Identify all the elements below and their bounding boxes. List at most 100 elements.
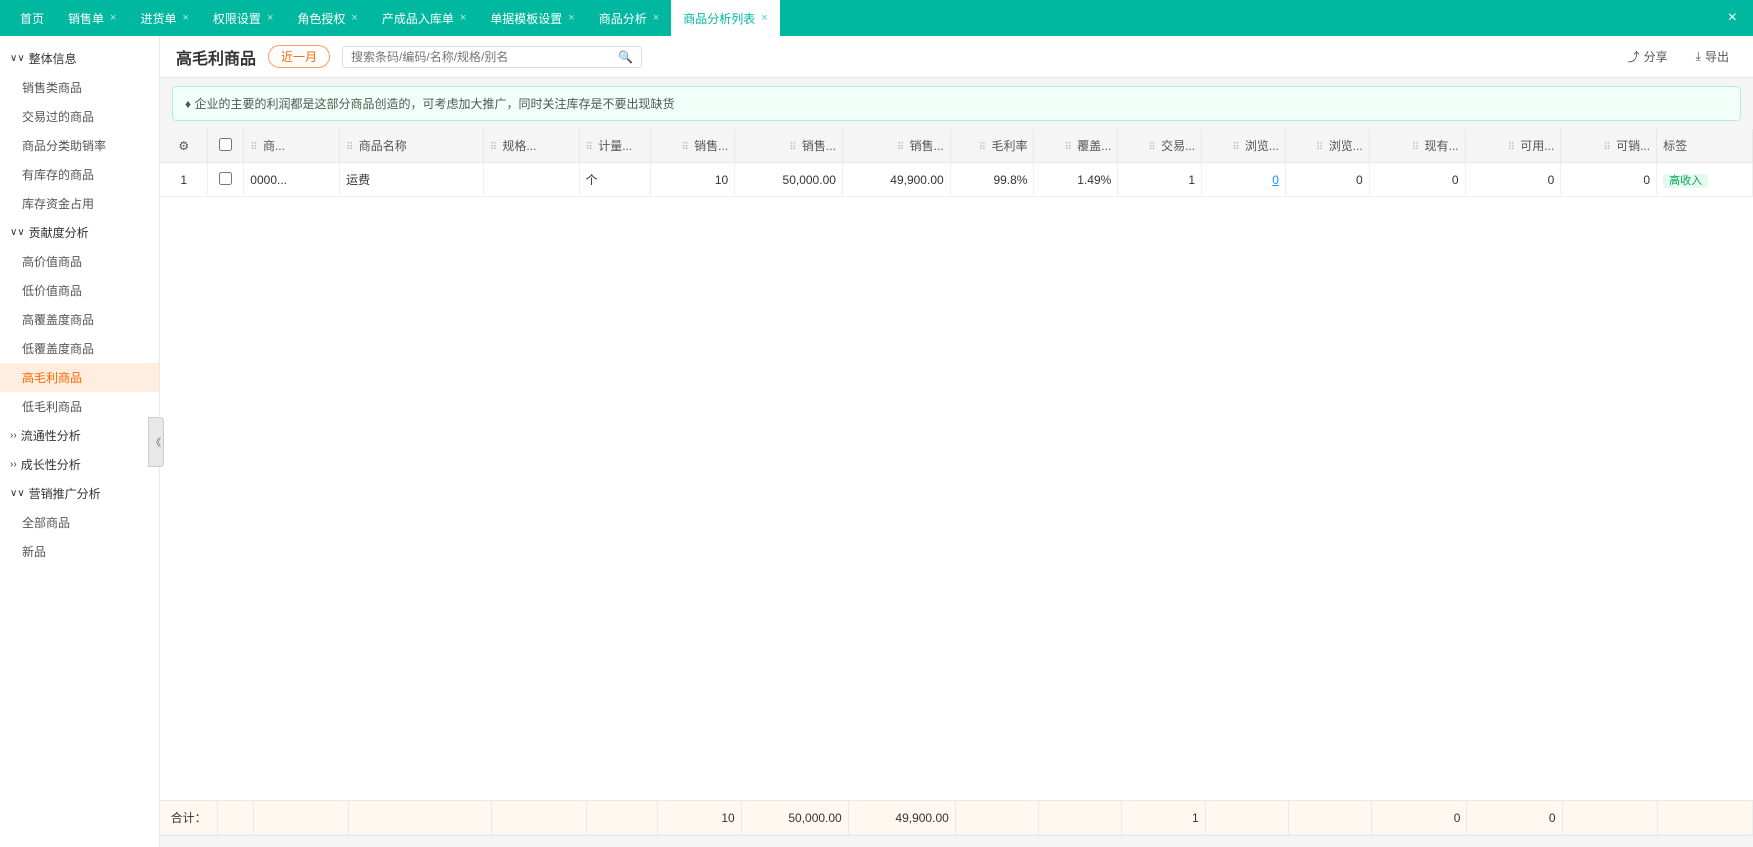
nav-home[interactable]: 首页 (8, 0, 56, 36)
arrow-contribution: ∨ (10, 227, 25, 238)
th-sales-qty[interactable]: ⠿ 销售... (651, 129, 735, 163)
sidebar-item-traded-goods[interactable]: 交易过的商品 (0, 102, 159, 131)
footer-empty-name (349, 801, 492, 835)
drag-icon-trade: ⠿ (1148, 142, 1155, 153)
sidebar-collapse-btn[interactable]: 《 (148, 417, 164, 467)
footer-empty-cover (1039, 801, 1122, 835)
td-sellable: 0 (1561, 163, 1657, 197)
nav-product-in[interactable]: 产成品入库单 × (370, 0, 478, 36)
share-btn[interactable]: ⤴ 分享 (1620, 44, 1676, 69)
th-code[interactable]: ⠿ 商... (244, 129, 340, 163)
td-gross-rate: 99.8% (950, 163, 1034, 197)
drag-icon-browse2: ⠿ (1316, 142, 1323, 153)
nav-analysis-list[interactable]: 商品分析列表 × (671, 0, 779, 36)
th-sellable[interactable]: ⠿ 可销... (1561, 129, 1657, 163)
th-check[interactable] (208, 129, 244, 163)
td-browse1[interactable]: 0 (1202, 163, 1286, 197)
sidebar-item-low-margin[interactable]: 低毛利商品 (0, 392, 159, 421)
sidebar-item-low-coverage[interactable]: 低覆盖度商品 (0, 334, 159, 363)
th-gross-rate[interactable]: ⠿ 毛利率 (950, 129, 1034, 163)
th-browse1[interactable]: ⠿ 浏览... (1202, 129, 1286, 163)
drag-icon-spec: ⠿ (490, 142, 497, 153)
close-analysis-list-tab[interactable]: × (761, 12, 767, 24)
sidebar-group-contribution[interactable]: ∨ 贡献度分析 (0, 218, 159, 247)
td-check[interactable] (208, 163, 244, 197)
drag-icon-cost: ⠿ (897, 142, 904, 153)
export-btn[interactable]: ⤓ 导出 (1688, 44, 1737, 69)
sidebar-group-growth[interactable]: › 成长性分析 (0, 450, 159, 479)
sidebar-item-high-coverage[interactable]: 高覆盖度商品 (0, 305, 159, 334)
sidebar-item-sales-goods[interactable]: 销售类商品 (0, 73, 159, 102)
nav-permission[interactable]: 权限设置 × (201, 0, 285, 36)
footer-empty-browse1 (1205, 801, 1288, 835)
th-stock[interactable]: ⠿ 现有... (1369, 129, 1465, 163)
row-checkbox[interactable] (219, 172, 232, 185)
sidebar-group-overall[interactable]: ∨ 整体信息 (0, 44, 159, 73)
nav-sales[interactable]: 销售单 × (56, 0, 128, 36)
drag-icon-avail: ⠿ (1508, 142, 1515, 153)
drag-icon-coverage: ⠿ (1065, 142, 1072, 153)
arrow-overall: ∨ (10, 53, 25, 64)
drag-icon-sellable: ⠿ (1603, 142, 1610, 153)
th-coverage[interactable]: ⠿ 覆盖... (1034, 129, 1118, 163)
footer-empty-code (253, 801, 348, 835)
close-permission-tab[interactable]: × (267, 12, 273, 24)
close-product-in-tab[interactable]: × (460, 12, 466, 24)
sidebar-item-high-value[interactable]: 高价值商品 (0, 247, 159, 276)
sidebar-item-in-stock[interactable]: 有库存的商品 (0, 160, 159, 189)
header-actions: ⤴ 分享 ⤓ 导出 (1620, 44, 1737, 69)
nav-purchase[interactable]: 进货单 × (128, 0, 200, 36)
sidebar-item-low-value[interactable]: 低价值商品 (0, 276, 159, 305)
search-icon: 🔍 (618, 50, 633, 64)
sidebar-group-liquidity[interactable]: › 流通性分析 (0, 421, 159, 450)
th-sales-cost[interactable]: ⠿ 销售... (842, 129, 950, 163)
th-spec[interactable]: ⠿ 规格... (483, 129, 579, 163)
select-all-checkbox[interactable] (219, 138, 232, 151)
page-title: 高毛利商品 (176, 45, 256, 69)
close-sales-tab[interactable]: × (110, 12, 116, 24)
close-window-btn[interactable]: × (1720, 9, 1745, 27)
footer-avail: 0 (1467, 801, 1562, 835)
sidebar-group-marketing[interactable]: ∨ 营销推广分析 (0, 479, 159, 508)
th-sales-amount[interactable]: ⠿ 销售... (735, 129, 843, 163)
footer-empty-tag (1657, 801, 1752, 835)
table-row: 1 0000... 运费 个 10 50,000.00 49,900.00 99… (160, 163, 1753, 197)
nav-template[interactable]: 单据模板设置 × (478, 0, 586, 36)
sidebar-item-all-goods[interactable]: 全部商品 (0, 508, 159, 537)
td-unit: 个 (579, 163, 651, 197)
content-area: 高毛利商品 近一月 🔍 ⤴ 分享 ⤓ 导出 ♦ 企业的主要的利润都是这部分商品创… (160, 36, 1753, 847)
sidebar-item-category-rate[interactable]: 商品分类助销率 (0, 131, 159, 160)
th-settings[interactable]: ⚙ (160, 129, 208, 163)
footer-stock: 0 (1372, 801, 1467, 835)
close-purchase-tab[interactable]: × (182, 12, 188, 24)
filter-month-btn[interactable]: 近一月 (268, 45, 330, 68)
th-avail[interactable]: ⠿ 可用... (1465, 129, 1561, 163)
nav-analysis[interactable]: 商品分析 × (587, 0, 671, 36)
footer-sales-qty: 10 (658, 801, 741, 835)
footer-sales-cost: 49,900.00 (848, 801, 955, 835)
horizontal-scrollbar[interactable] (160, 835, 1753, 847)
search-input[interactable] (351, 50, 618, 64)
sidebar-item-new-goods[interactable]: 新品 (0, 537, 159, 566)
th-trade[interactable]: ⠿ 交易... (1118, 129, 1202, 163)
browse1-link[interactable]: 0 (1272, 173, 1279, 187)
th-browse2[interactable]: ⠿ 浏览... (1285, 129, 1369, 163)
close-template-tab[interactable]: × (568, 12, 574, 24)
top-nav: 首页 销售单 × 进货单 × 权限设置 × 角色授权 × 产成品入库单 × 单据… (0, 0, 1753, 36)
table-header-row: ⚙ ⠿ 商... ⠿ 商品名称 (160, 129, 1753, 163)
nav-role[interactable]: 角色授权 × (285, 0, 369, 36)
sidebar-item-high-margin[interactable]: 高毛利商品 (0, 363, 159, 392)
settings-icon[interactable]: ⚙ (178, 139, 189, 153)
export-icon: ⤓ (1696, 49, 1701, 64)
td-coverage: 1.49% (1034, 163, 1118, 197)
close-analysis-tab[interactable]: × (653, 12, 659, 24)
tag-high-income: 高收入 (1663, 174, 1708, 188)
sidebar: ∨ 整体信息 销售类商品 交易过的商品 商品分类助销率 有库存的商品 库存资金占… (0, 36, 160, 847)
drag-icon-amount: ⠿ (789, 142, 796, 153)
close-role-tab[interactable]: × (351, 12, 357, 24)
th-name[interactable]: ⠿ 商品名称 (340, 129, 484, 163)
sidebar-item-stock-capital[interactable]: 库存资金占用 (0, 189, 159, 218)
content-header: 高毛利商品 近一月 🔍 ⤴ 分享 ⤓ 导出 (160, 36, 1753, 78)
th-tag[interactable]: 标签 (1657, 129, 1753, 163)
th-unit[interactable]: ⠿ 计量... (579, 129, 651, 163)
